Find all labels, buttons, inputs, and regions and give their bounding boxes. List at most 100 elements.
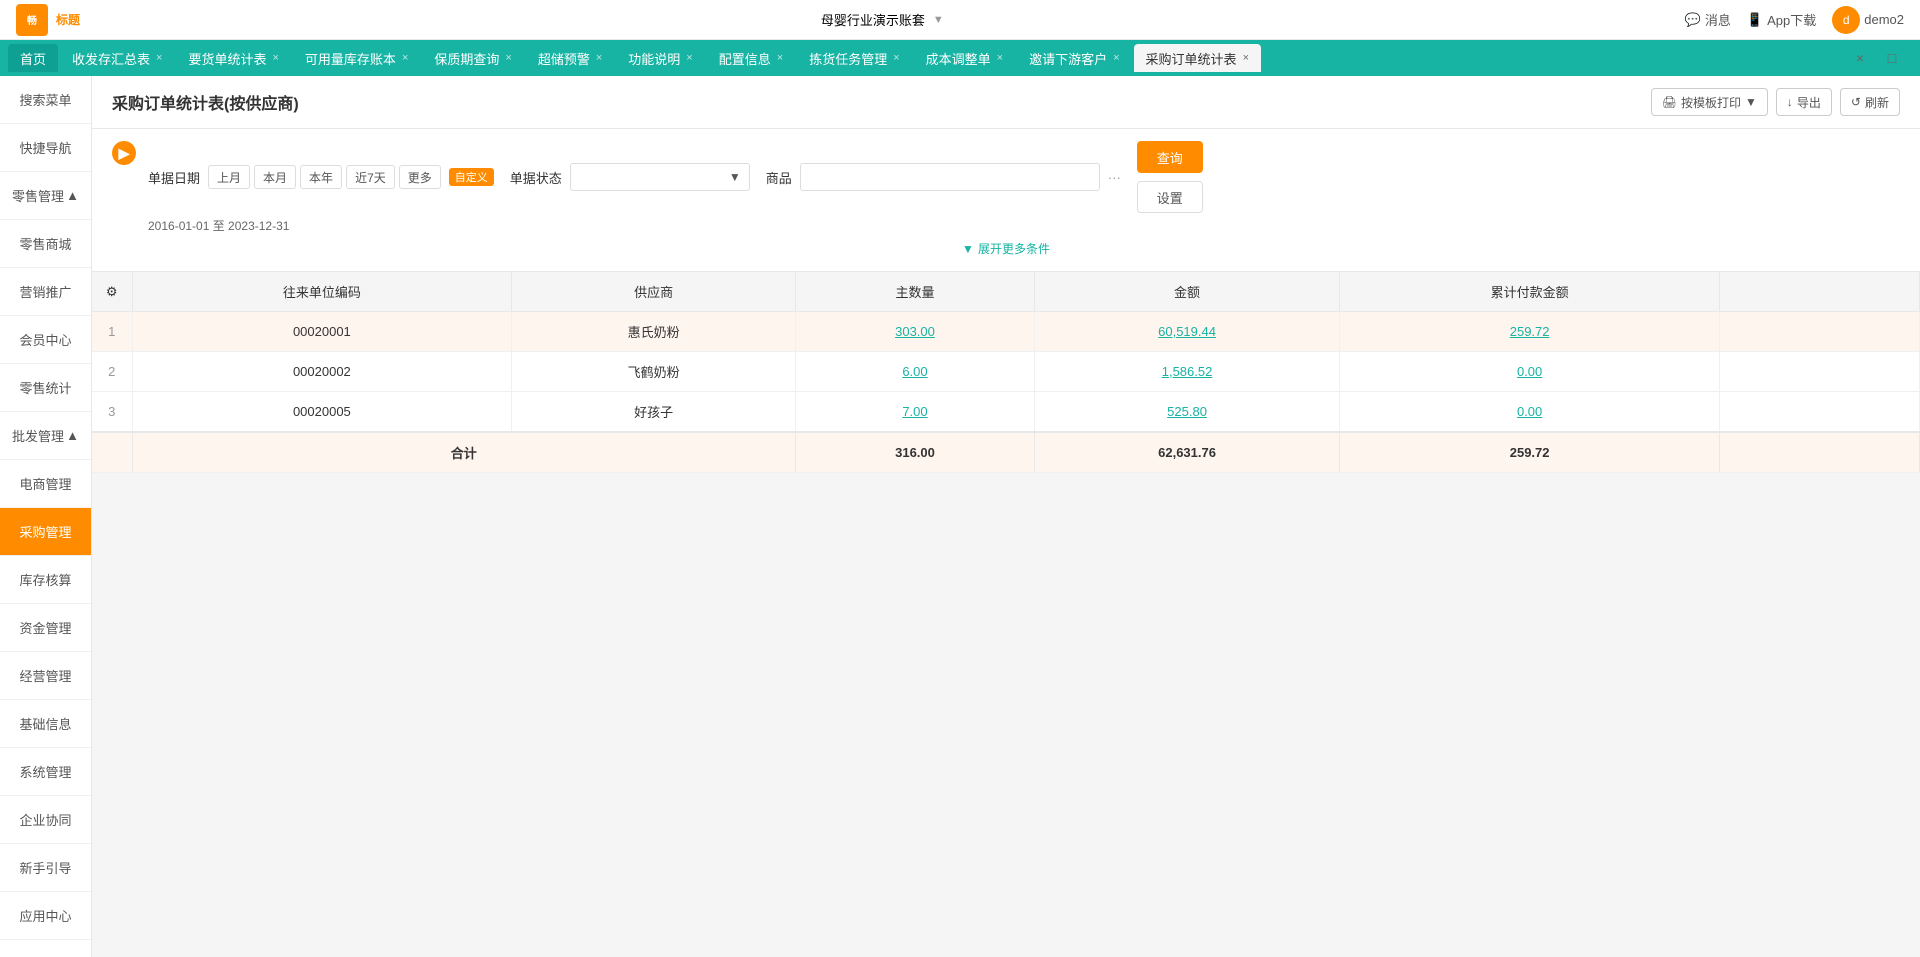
tab-shoufacun[interactable]: 收发存汇总表 × [60, 44, 174, 72]
row-3-supplier: 好孩子 [512, 392, 796, 433]
filter-expand-button[interactable]: ▶ [112, 141, 136, 165]
sidebar-item-member[interactable]: 会员中心 [0, 316, 91, 364]
sidebar-item-quicknav[interactable]: 快捷导航 [0, 124, 91, 172]
table-container: ⚙ 往来单位编码 供应商 主数量 金额 累计付款金额 1 00020001 [92, 272, 1920, 473]
tab-caigou-close-icon[interactable]: × [1243, 52, 1249, 64]
tab-yaoqing[interactable]: 邀请下游客户 × [1017, 44, 1131, 72]
sidebar-retail-stats-label: 零售统计 [19, 378, 71, 397]
query-button[interactable]: 查询 [1137, 141, 1203, 173]
sidebar-inventory-label: 库存核算 [19, 570, 71, 589]
tab-yaohuo-close-icon[interactable]: × [272, 52, 278, 64]
sidebar-item-enterprise[interactable]: 企业协同 [0, 796, 91, 844]
filter-row-main: ▶ 单据日期 上月 本月 本年 近7天 更多 [112, 141, 1900, 234]
sidebar-item-finance[interactable]: 资金管理 [0, 604, 91, 652]
tab-shoufacun-label: 收发存汇总表 [72, 49, 150, 68]
sidebar-appcenter-label: 应用中心 [19, 906, 71, 925]
row-2-num: 2 [92, 352, 132, 392]
tab-caigou-active[interactable]: 采购订单统计表 × [1134, 44, 1261, 72]
tab-chaochu-close-icon[interactable]: × [596, 52, 602, 64]
goods-filter-more-icon[interactable]: ··· [1108, 170, 1121, 185]
row-2-extra [1720, 352, 1920, 392]
user-name: demo2 [1864, 12, 1904, 27]
app-download-button[interactable]: 📱 App下载 [1747, 10, 1816, 29]
tab-keyongliang-close-icon[interactable]: × [402, 52, 408, 64]
tab-gongneng[interactable]: 功能说明 × [616, 44, 704, 72]
sidebar-item-system[interactable]: 系统管理 [0, 748, 91, 796]
gear-icon[interactable]: ⚙ [106, 284, 118, 299]
tab-home[interactable]: 首页 [8, 44, 58, 72]
user-profile[interactable]: d demo2 [1832, 6, 1904, 34]
sidebar-item-wholesale[interactable]: 批发管理 ▲ [0, 412, 91, 460]
sidebar-item-marketing[interactable]: 营销推广 [0, 268, 91, 316]
tab-shoufacun-close-icon[interactable]: × [156, 52, 162, 64]
row-1-amount: 60,519.44 [1034, 312, 1339, 352]
table-col-gear: ⚙ [92, 272, 132, 312]
tab-peizhi[interactable]: 配置信息 × [707, 44, 795, 72]
sidebar-item-search[interactable]: 搜索菜单 [0, 76, 91, 124]
refresh-button[interactable]: ↺ 刷新 [1840, 88, 1900, 116]
main-layout: 搜索菜单 快捷导航 零售管理 ▲ 零售商城 营销推广 会员中心 零售统计 批发管… [0, 76, 1920, 957]
expand-more-label: 展开更多条件 [978, 240, 1050, 257]
sidebar-item-ecommerce[interactable]: 电商管理 [0, 460, 91, 508]
sidebar-ecommerce-label: 电商管理 [19, 474, 71, 493]
template-print-button[interactable]: 🖨 按模板打印 ▼ [1651, 88, 1768, 116]
sidebar-purchase-label: 采购管理 [19, 522, 71, 541]
sidebar-enterprise-label: 企业协同 [19, 810, 71, 829]
row-1-paid: 259.72 [1340, 312, 1720, 352]
expand-more-button[interactable]: ▼ 展开更多条件 [112, 234, 1900, 263]
sidebar-item-operations[interactable]: 经营管理 [0, 652, 91, 700]
date-btn-this-year[interactable]: 本年 [300, 165, 342, 189]
tab-yaohuo[interactable]: 要货单统计表 × [176, 44, 290, 72]
tab-yaohuo-label: 要货单统计表 [188, 49, 266, 68]
date-btn-more[interactable]: 更多 [399, 165, 441, 189]
row-3-code: 00020005 [132, 392, 512, 433]
settings-button[interactable]: 设置 [1137, 181, 1203, 213]
sidebar-system-label: 系统管理 [19, 762, 71, 781]
status-select[interactable]: ▼ [570, 163, 750, 191]
table-header-row: ⚙ 往来单位编码 供应商 主数量 金额 累计付款金额 [92, 272, 1920, 312]
sidebar-wholesale-label: 批发管理 [12, 426, 64, 445]
tab-baozhiqi[interactable]: 保质期查询 × [422, 44, 523, 72]
date-btn-this-month[interactable]: 本月 [254, 165, 296, 189]
tab-peizhi-close-icon[interactable]: × [777, 52, 783, 64]
tab-jianhuo-close-icon[interactable]: × [893, 52, 899, 64]
tab-keyongliang[interactable]: 可用量库存账本 × [293, 44, 420, 72]
sidebar-item-retail-stats[interactable]: 零售统计 [0, 364, 91, 412]
goods-filter-item: 商品 ··· [766, 163, 1121, 191]
summary-label: 合计 [132, 432, 796, 473]
tab-gongneng-close-icon[interactable]: × [686, 52, 692, 64]
sidebar-item-appcenter[interactable]: 应用中心 [0, 892, 91, 940]
sidebar-item-inventory[interactable]: 库存核算 [0, 556, 91, 604]
tab-jianhuo[interactable]: 拣货任务管理 × [797, 44, 911, 72]
table-col-amount: 金额 [1034, 272, 1339, 312]
sidebar-item-retail-shop[interactable]: 零售商城 [0, 220, 91, 268]
top-bar: 畅 标题 母婴行业演示账套 ▼ 💬 消息 📱 App下载 d demo2 [0, 0, 1920, 40]
tab-caigou-label: 采购订单统计表 [1146, 49, 1237, 68]
goods-filter-input[interactable] [800, 163, 1100, 191]
sidebar-item-basic-info[interactable]: 基础信息 [0, 700, 91, 748]
date-btn-last-month[interactable]: 上月 [208, 165, 250, 189]
sidebar-item-retail-mgmt[interactable]: 零售管理 ▲ [0, 172, 91, 220]
sidebar-item-wechat[interactable]: 企业微信 [0, 940, 91, 957]
message-button[interactable]: 💬 消息 [1685, 10, 1731, 29]
tab-yaoqing-close-icon[interactable]: × [1113, 52, 1119, 64]
status-filter-label: 单据状态 [510, 168, 562, 187]
sidebar-item-purchase[interactable]: 采购管理 [0, 508, 91, 556]
tab-chengben-close-icon[interactable]: × [997, 52, 1003, 64]
row-2-supplier: 飞鹤奶粉 [512, 352, 796, 392]
filter-section: ▶ 单据日期 上月 本月 本年 近7天 更多 [92, 129, 1920, 272]
table-footer: 合计 316.00 62,631.76 259.72 [92, 432, 1920, 473]
window-maximize-button[interactable]: □ [1880, 46, 1904, 70]
tab-home-label: 首页 [20, 49, 46, 68]
date-btn-7days[interactable]: 近7天 [346, 165, 395, 189]
table-col-paid: 累计付款金额 [1340, 272, 1720, 312]
status-filter-item: 单据状态 ▼ [510, 163, 750, 191]
workspace-selector[interactable]: 母婴行业演示账套 ▼ [821, 10, 944, 29]
window-close-button[interactable]: × [1848, 46, 1872, 70]
tab-baozhiqi-close-icon[interactable]: × [505, 52, 511, 64]
tab-chaochu[interactable]: 超储预警 × [526, 44, 614, 72]
tab-chengben[interactable]: 成本调整单 × [914, 44, 1015, 72]
export-button[interactable]: ↓ 导出 [1776, 88, 1832, 116]
sidebar-item-newguide[interactable]: 新手引导 [0, 844, 91, 892]
summary-qty: 316.00 [796, 432, 1035, 473]
